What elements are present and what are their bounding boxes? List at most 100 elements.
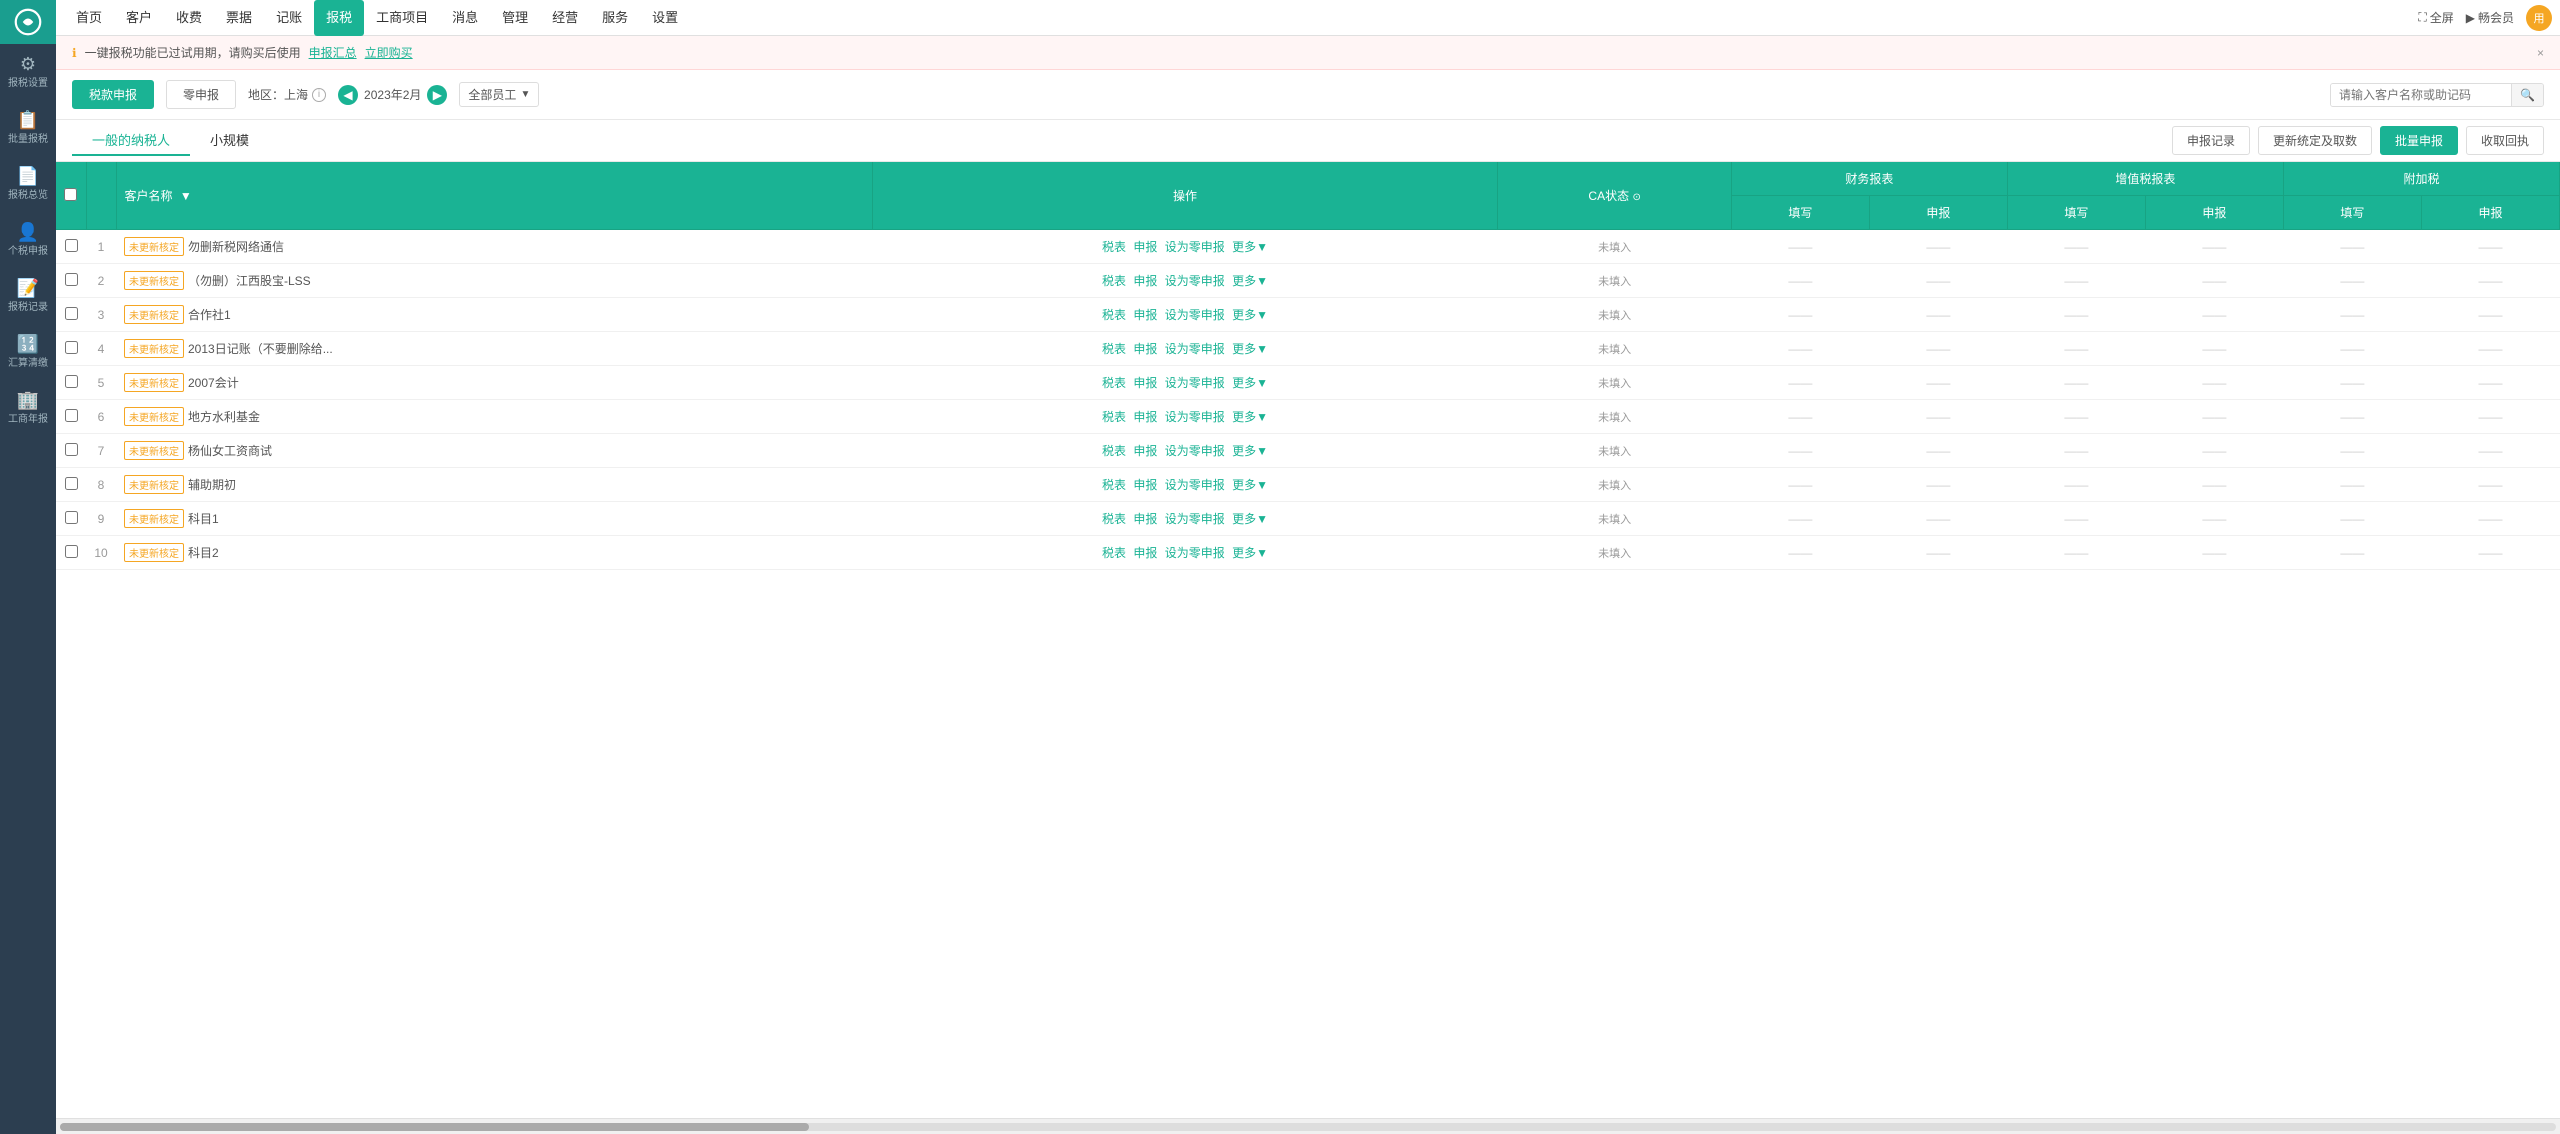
op-tax-table[interactable]: 税表 (1102, 410, 1126, 424)
nav-management[interactable]: 管理 (490, 0, 540, 36)
date-next-button[interactable]: ▶ (427, 85, 447, 105)
op-more[interactable]: 更多▼ (1232, 410, 1268, 424)
nav-invoice[interactable]: 票据 (214, 0, 264, 36)
op-declare[interactable]: 申报 (1133, 444, 1157, 458)
sort-icon[interactable]: ▼ (180, 189, 192, 203)
nav-tax[interactable]: 报税 (314, 0, 364, 36)
op-more[interactable]: 更多▼ (1232, 342, 1268, 356)
op-declare[interactable]: 申报 (1133, 410, 1157, 424)
row-select-checkbox[interactable] (65, 545, 78, 558)
notice-link1[interactable]: 申报汇总 (309, 44, 357, 61)
op-zero-declare[interactable]: 设为零申报 (1165, 410, 1225, 424)
date-prev-button[interactable]: ◀ (338, 85, 358, 105)
op-more[interactable]: 更多▼ (1232, 512, 1268, 526)
op-zero-declare[interactable]: 设为零申报 (1165, 342, 1225, 356)
row-select-checkbox[interactable] (65, 341, 78, 354)
op-tax-table[interactable]: 税表 (1102, 512, 1126, 526)
row-select-checkbox[interactable] (65, 477, 78, 490)
action-update-fetch[interactable]: 更新统定及取数 (2258, 126, 2372, 155)
row-select-checkbox[interactable] (65, 239, 78, 252)
nav-client[interactable]: 客户 (114, 0, 164, 36)
nav-operation[interactable]: 经营 (540, 0, 590, 36)
op-more[interactable]: 更多▼ (1232, 274, 1268, 288)
op-tax-table[interactable]: 税表 (1102, 376, 1126, 390)
member-icon: ▶ (2466, 11, 2475, 25)
op-tax-table[interactable]: 税表 (1102, 478, 1126, 492)
op-tax-table[interactable]: 税表 (1102, 274, 1126, 288)
op-zero-declare[interactable]: 设为零申报 (1165, 546, 1225, 560)
op-more[interactable]: 更多▼ (1232, 308, 1268, 322)
op-more[interactable]: 更多▼ (1232, 444, 1268, 458)
nav-service[interactable]: 服务 (590, 0, 640, 36)
ca-filter-icon[interactable]: ⊙ (1632, 192, 1640, 203)
region-info-icon[interactable]: i (312, 88, 326, 102)
op-tax-table[interactable]: 税表 (1102, 444, 1126, 458)
action-declare-records[interactable]: 申报记录 (2172, 126, 2250, 155)
select-all-checkbox[interactable] (64, 188, 77, 201)
op-declare[interactable]: 申报 (1133, 512, 1157, 526)
sub-tab-general[interactable]: 一般的纳税人 (72, 125, 190, 156)
row-select-checkbox[interactable] (65, 443, 78, 456)
op-tax-table[interactable]: 税表 (1102, 342, 1126, 356)
op-more[interactable]: 更多▼ (1232, 478, 1268, 492)
op-declare[interactable]: 申报 (1133, 308, 1157, 322)
table-row: 9 未更新核定科目1 税表 申报 设为零申报 更多▼ 未填入 —— —— —— … (56, 502, 2560, 536)
row-select-checkbox[interactable] (65, 273, 78, 286)
op-declare[interactable]: 申报 (1133, 478, 1157, 492)
op-declare[interactable]: 申报 (1133, 376, 1157, 390)
op-more[interactable]: 更多▼ (1232, 546, 1268, 560)
avatar[interactable]: 用 (2526, 5, 2552, 31)
sidebar-item-tax-records[interactable]: 📝 报税记录 (0, 268, 56, 324)
sidebar-item-personal-tax[interactable]: 👤 个税申报 (0, 212, 56, 268)
op-zero-declare[interactable]: 设为零申报 (1165, 478, 1225, 492)
op-declare[interactable]: 申报 (1133, 274, 1157, 288)
notice-close[interactable]: × (2537, 46, 2544, 60)
action-collect-receipt[interactable]: 收取回执 (2466, 126, 2544, 155)
tag-unverified: 未更新核定 (124, 237, 184, 256)
op-tax-table[interactable]: 税表 (1102, 308, 1126, 322)
sidebar-item-business-annual[interactable]: 🏢 工商年报 (0, 380, 56, 436)
sidebar-item-calc-clear[interactable]: 🔢 汇算清缴 (0, 324, 56, 380)
tab-tax-declare[interactable]: 税款申报 (72, 80, 154, 109)
fullscreen-button[interactable]: ⛶ 全屏 (2418, 9, 2453, 26)
op-zero-declare[interactable]: 设为零申报 (1165, 274, 1225, 288)
tab-zero-declare[interactable]: 零申报 (166, 80, 236, 109)
op-zero-declare[interactable]: 设为零申报 (1165, 376, 1225, 390)
row-select-checkbox[interactable] (65, 409, 78, 422)
op-zero-declare[interactable]: 设为零申报 (1165, 240, 1225, 254)
nav-settings[interactable]: 设置 (640, 0, 690, 36)
member-button[interactable]: ▶ 畅会员 (2466, 9, 2514, 26)
row-select-checkbox[interactable] (65, 375, 78, 388)
row-select-checkbox[interactable] (65, 511, 78, 524)
op-zero-declare[interactable]: 设为零申报 (1165, 444, 1225, 458)
op-declare[interactable]: 申报 (1133, 546, 1157, 560)
row-select-checkbox[interactable] (65, 307, 78, 320)
app-logo[interactable] (0, 0, 56, 44)
nav-bookkeeping[interactable]: 记账 (264, 0, 314, 36)
horizontal-scrollbar[interactable] (56, 1118, 2560, 1134)
nav-home[interactable]: 首页 (64, 0, 114, 36)
sidebar-item-tax-settings[interactable]: ⚙ 报税设置 (0, 44, 56, 100)
staff-select[interactable]: 全部员工 ▼ (459, 82, 539, 107)
search-button[interactable]: 🔍 (2511, 84, 2543, 106)
op-more[interactable]: 更多▼ (1232, 240, 1268, 254)
nav-billing[interactable]: 收费 (164, 0, 214, 36)
op-tax-table[interactable]: 税表 (1102, 240, 1126, 254)
table-row: 1 未更新核定勿删新税网络通信 税表 申报 设为零申报 更多▼ 未填入 —— —… (56, 230, 2560, 264)
op-declare[interactable]: 申报 (1133, 342, 1157, 356)
op-declare[interactable]: 申报 (1133, 240, 1157, 254)
sidebar-item-tax-overview[interactable]: 📄 报税总览 (0, 156, 56, 212)
scroll-thumb[interactable] (60, 1123, 809, 1131)
op-tax-table[interactable]: 税表 (1102, 546, 1126, 560)
op-zero-declare[interactable]: 设为零申报 (1165, 512, 1225, 526)
row-fin-declare: —— (1869, 536, 2007, 570)
nav-message[interactable]: 消息 (440, 0, 490, 36)
op-more[interactable]: 更多▼ (1232, 376, 1268, 390)
search-input[interactable] (2331, 84, 2511, 106)
sidebar-item-batch-tax[interactable]: 📋 批量报税 (0, 100, 56, 156)
nav-business[interactable]: 工商项目 (364, 0, 440, 36)
action-batch-declare[interactable]: 批量申报 (2380, 126, 2458, 155)
sub-tab-small[interactable]: 小规模 (190, 125, 269, 156)
op-zero-declare[interactable]: 设为零申报 (1165, 308, 1225, 322)
notice-link2[interactable]: 立即购买 (365, 44, 413, 61)
